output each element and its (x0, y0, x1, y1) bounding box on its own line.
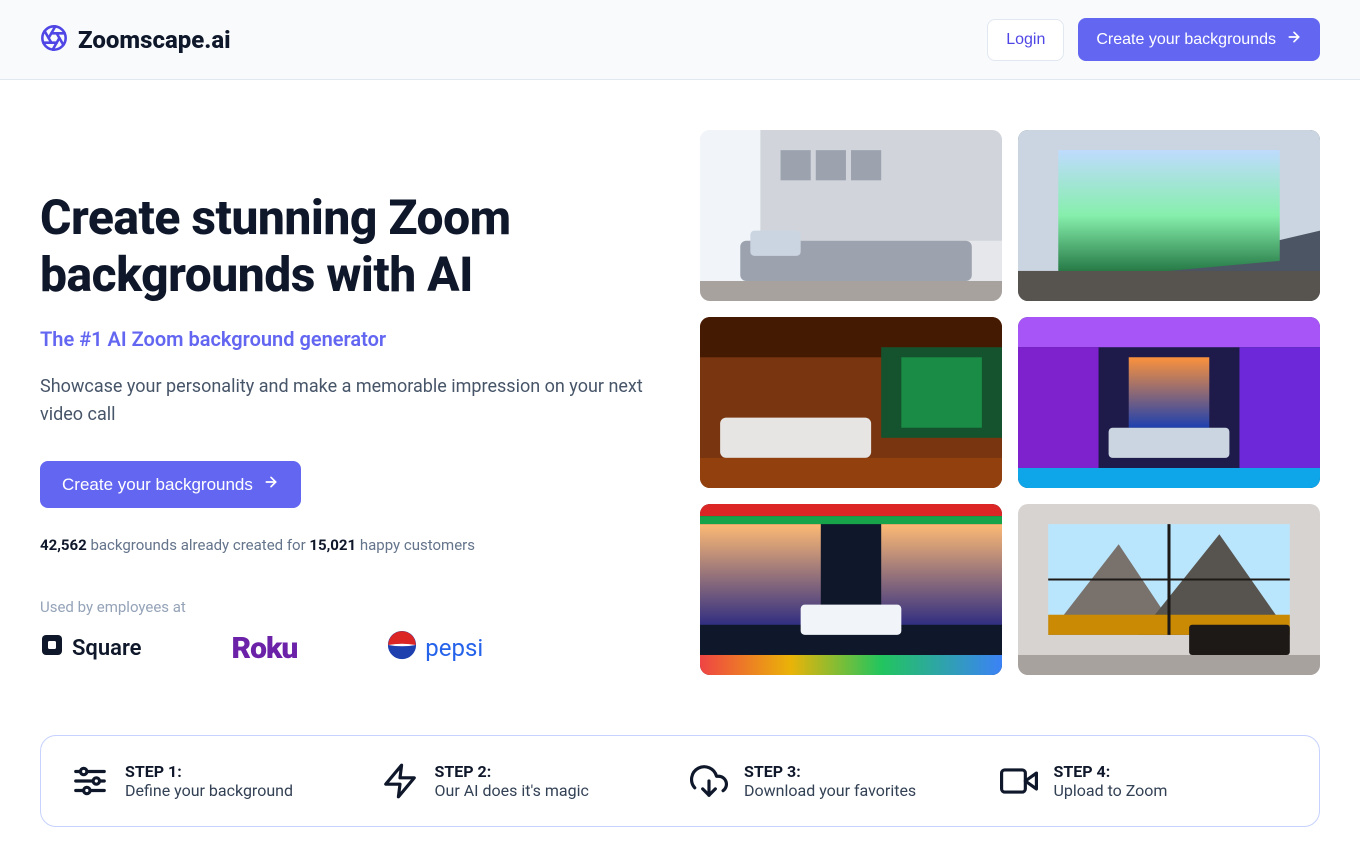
lightning-icon (381, 762, 419, 800)
gallery-thumb (1018, 317, 1320, 488)
step-2: STEP 2: Our AI does it's magic (381, 762, 671, 800)
step-desc: Define your background (125, 781, 293, 800)
gallery (700, 130, 1320, 675)
gallery-thumb (1018, 504, 1320, 675)
stat-customers-count: 15,021 (309, 536, 356, 554)
gallery-thumb (700, 504, 1002, 675)
brand-name: Zoomscape.ai (78, 26, 231, 54)
arrow-right-icon (263, 474, 279, 495)
gallery-thumb (700, 317, 1002, 488)
step-desc: Download your favorites (744, 781, 916, 800)
hero-content: Create stunning Zoom backgrounds with AI… (40, 130, 660, 666)
hero-subtitle: The #1 AI Zoom background generator (40, 327, 660, 351)
step-label: STEP 2: (435, 762, 589, 781)
step-label: STEP 4: (1054, 762, 1168, 781)
steps-card: STEP 1: Define your background STEP 2: O… (40, 735, 1320, 827)
button-label: Create your backgrounds (1096, 31, 1276, 49)
step-label: STEP 3: (744, 762, 916, 781)
aperture-icon (40, 24, 68, 56)
sliders-icon (71, 762, 109, 800)
create-backgrounds-button-hero[interactable]: Create your backgrounds (40, 461, 301, 508)
step-3: STEP 3: Download your favorites (690, 762, 980, 800)
login-button[interactable]: Login (987, 19, 1064, 61)
step-4: STEP 4: Upload to Zoom (1000, 762, 1290, 800)
pepsi-icon (387, 630, 417, 666)
gallery-thumb (700, 130, 1002, 301)
brand-pepsi: pepsi (387, 630, 483, 666)
square-icon (40, 633, 64, 663)
step-1: STEP 1: Define your background (71, 762, 361, 800)
step-desc: Our AI does it's magic (435, 781, 589, 800)
create-backgrounds-button-header[interactable]: Create your backgrounds (1078, 18, 1320, 61)
used-by-label: Used by employees at (40, 598, 660, 616)
download-cloud-icon (690, 762, 728, 800)
video-icon (1000, 762, 1038, 800)
brand-roku: Roku (232, 631, 298, 666)
page-title: Create stunning Zoom backgrounds with AI (40, 190, 660, 303)
brand-square: Square (40, 633, 142, 663)
button-label: Create your backgrounds (62, 475, 253, 495)
step-label: STEP 1: (125, 762, 293, 781)
gallery-thumb (1018, 130, 1320, 301)
stats-text: 42,562 backgrounds already created for 1… (40, 536, 660, 554)
logo[interactable]: Zoomscape.ai (40, 24, 231, 56)
arrow-right-icon (1286, 29, 1302, 50)
brand-logos: Square Roku pepsi (40, 630, 660, 666)
stat-backgrounds-count: 42,562 (40, 536, 87, 554)
hero-description: Showcase your personality and make a mem… (40, 373, 660, 429)
step-desc: Upload to Zoom (1054, 781, 1168, 800)
hero-section: Create stunning Zoom backgrounds with AI… (0, 80, 1360, 735)
header: Zoomscape.ai Login Create your backgroun… (0, 0, 1360, 80)
header-actions: Login Create your backgrounds (987, 18, 1320, 61)
